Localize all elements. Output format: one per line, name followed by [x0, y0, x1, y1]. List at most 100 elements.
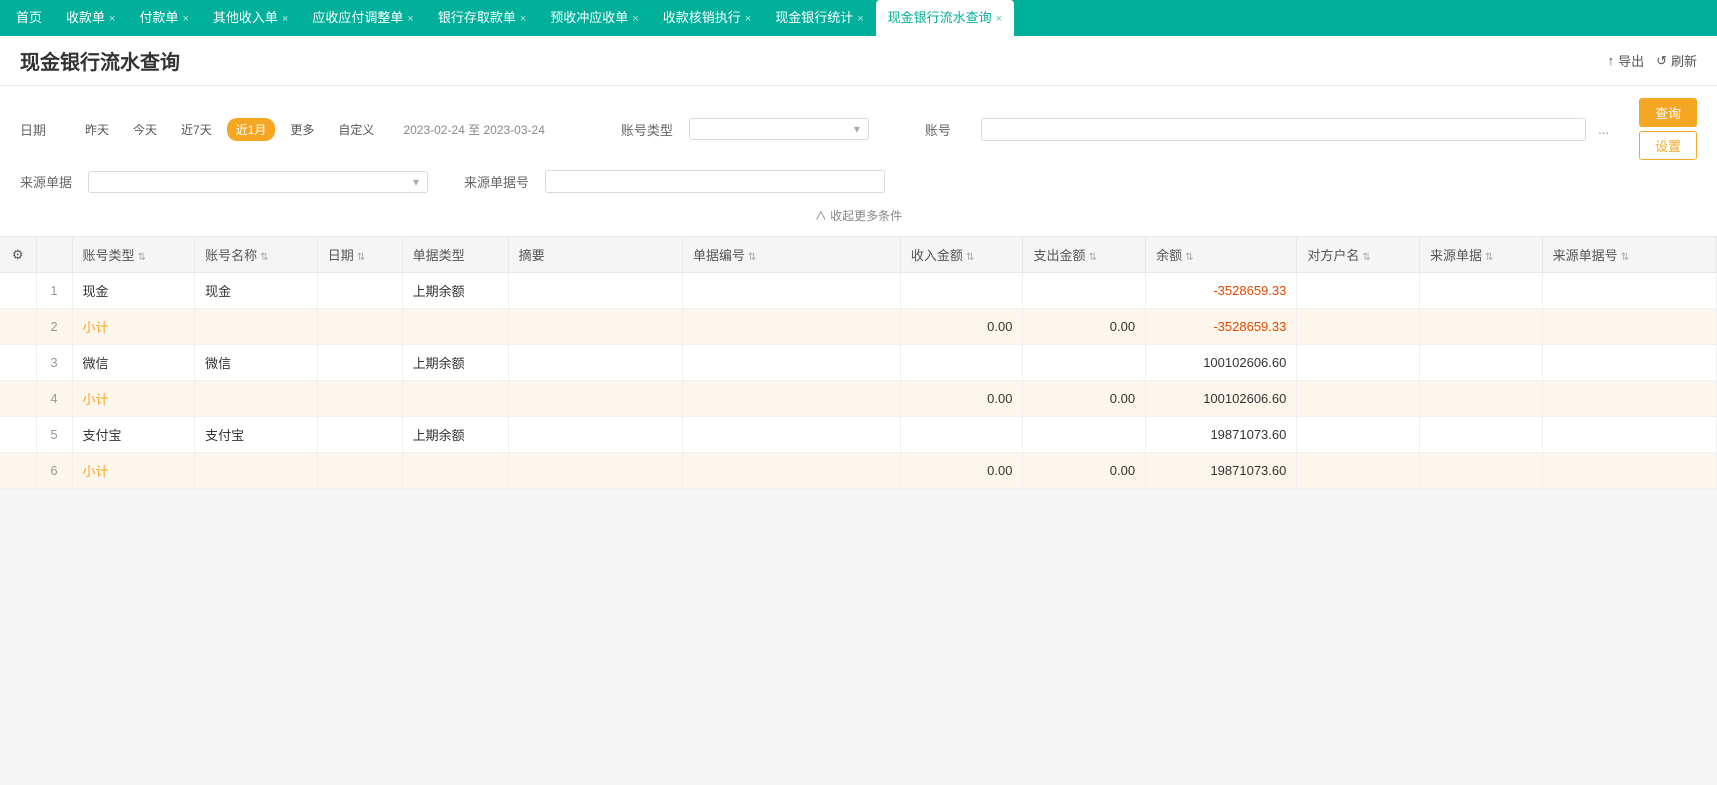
td-counterpart [1297, 417, 1420, 453]
th-balance[interactable]: 余额⇅ [1146, 237, 1297, 273]
table-header: ⚙账号类型⇅账号名称⇅日期⇅单据类型摘要单据编号⇅收入金额⇅支出金额⇅余额⇅对方… [0, 237, 1717, 273]
td-source-doc-no [1542, 453, 1716, 489]
td-doc-no [682, 345, 900, 381]
td-income [900, 273, 1023, 309]
nav-close-advance-offset[interactable]: × [632, 13, 638, 25]
filter-row-2: 来源单据 来源单据号 [20, 170, 1697, 193]
date-btn-近1月[interactable]: 近1月 [227, 118, 276, 141]
date-label: 日期 [20, 120, 60, 139]
td-date [317, 309, 402, 345]
td-counterpart [1297, 309, 1420, 345]
collapse-btn[interactable]: 收起更多条件 [20, 203, 1697, 224]
refresh-icon [1656, 53, 1667, 69]
date-btn-近7天[interactable]: 近7天 [172, 118, 221, 141]
sort-icon-source_doc: ⇅ [1485, 252, 1493, 263]
nav-item-payment[interactable]: 付款单× [127, 0, 200, 36]
td-doc-no [682, 309, 900, 345]
td-account-type: 支付宝 [72, 417, 195, 453]
td-source-doc-no [1542, 381, 1716, 417]
date-btn-今天[interactable]: 今天 [124, 118, 166, 141]
td-account-name [195, 309, 318, 345]
th-account_name[interactable]: 账号名称⇅ [195, 237, 318, 273]
td-date [317, 453, 402, 489]
data-table: ⚙账号类型⇅账号名称⇅日期⇅单据类型摘要单据编号⇅收入金额⇅支出金额⇅余额⇅对方… [0, 237, 1717, 489]
td-expense [1023, 417, 1146, 453]
nav-item-bank-stats[interactable]: 现金银行统计× [763, 0, 875, 36]
th-account_type[interactable]: 账号类型⇅ [72, 237, 195, 273]
table-row: 1现金现金上期余额-3528659.33 [0, 273, 1717, 309]
td-income [900, 345, 1023, 381]
td-counterpart [1297, 273, 1420, 309]
export-button[interactable]: 导出 [1608, 51, 1645, 70]
source-doc-select[interactable] [88, 171, 428, 193]
td-doc-type: 上期余额 [402, 273, 508, 309]
chevron-down-icon-2 [413, 175, 419, 189]
th-source_doc[interactable]: 来源单据⇅ [1419, 237, 1542, 273]
nav-close-bank-flow[interactable]: × [996, 13, 1002, 25]
nav-close-receipt[interactable]: × [109, 13, 115, 25]
nav-close-bank-deposit[interactable]: × [520, 13, 526, 25]
date-btn-昨天[interactable]: 昨天 [76, 118, 118, 141]
th-expense[interactable]: 支出金额⇅ [1023, 237, 1146, 273]
header-actions: 导出 刷新 [1608, 51, 1697, 70]
collapse-icon [815, 209, 830, 223]
sort-icon-source_doc_no: ⇅ [1621, 252, 1629, 263]
th-index [36, 237, 72, 273]
nav-item-home[interactable]: 首页 [4, 0, 54, 36]
td-index: 4 [36, 381, 72, 417]
table-row: 6小计0.000.0019871073.60 [0, 453, 1717, 489]
td-account-type: 小计 [72, 381, 195, 417]
nav-close-payment[interactable]: × [182, 13, 188, 25]
td-doc-no [682, 453, 900, 489]
nav-item-advance-offset[interactable]: 预收冲应收单× [538, 0, 650, 36]
date-btn-自定义[interactable]: 自定义 [329, 118, 383, 141]
nav-item-other-income[interactable]: 其他收入单× [201, 0, 300, 36]
th-source_doc_no[interactable]: 来源单据号⇅ [1542, 237, 1716, 273]
th-summary: 摘要 [508, 237, 682, 273]
sort-icon-counterpart: ⇅ [1362, 252, 1370, 263]
account-dots[interactable]: ... [1592, 120, 1615, 139]
th-date[interactable]: 日期⇅ [317, 237, 402, 273]
nav-item-bank-flow[interactable]: 现金银行流水查询× [876, 0, 1014, 36]
th-doc_no[interactable]: 单据编号⇅ [682, 237, 900, 273]
table-row: 2小计0.000.00-3528659.33 [0, 309, 1717, 345]
th-income[interactable]: 收入金额⇅ [900, 237, 1023, 273]
nav-close-collection-cancel[interactable]: × [745, 13, 751, 25]
td-doc-no [682, 381, 900, 417]
sort-icon-expense: ⇅ [1088, 252, 1096, 263]
account-type-select[interactable] [689, 118, 869, 140]
td-source-doc [1419, 417, 1542, 453]
top-nav: 首页收款单×付款单×其他收入单×应收应付调整单×银行存取款单×预收冲应收单×收款… [0, 0, 1717, 36]
nav-item-receivable-adjust[interactable]: 应收应付调整单× [300, 0, 425, 36]
table-row: 3微信微信上期余额100102606.60 [0, 345, 1717, 381]
td-doc-type [402, 309, 508, 345]
account-label: 账号 [925, 120, 965, 139]
source-doc-no-label: 来源单据号 [464, 172, 529, 191]
td-expense: 0.00 [1023, 309, 1146, 345]
refresh-label: 刷新 [1671, 51, 1697, 70]
td-row-settings [0, 273, 36, 309]
date-btn-更多[interactable]: 更多 [281, 118, 323, 141]
th-counterpart[interactable]: 对方户名⇅ [1297, 237, 1420, 273]
td-account-type: 小计 [72, 309, 195, 345]
nav-item-receipt[interactable]: 收款单× [54, 0, 127, 36]
settings-button[interactable]: 设置 [1639, 131, 1697, 160]
table-container: ⚙账号类型⇅账号名称⇅日期⇅单据类型摘要单据编号⇅收入金额⇅支出金额⇅余额⇅对方… [0, 237, 1717, 489]
sort-icon-doc_no: ⇅ [748, 252, 756, 263]
nav-close-other-income[interactable]: × [282, 13, 288, 25]
query-button[interactable]: 查询 [1639, 98, 1697, 127]
nav-close-bank-stats[interactable]: × [857, 13, 863, 25]
td-account-type: 现金 [72, 273, 195, 309]
source-doc-no-input[interactable] [545, 170, 885, 193]
td-balance: 19871073.60 [1146, 453, 1297, 489]
filter-row-1: 日期 昨天今天近7天近1月更多自定义 2023-02-24 至 2023-03-… [20, 98, 1697, 160]
nav-close-receivable-adjust[interactable]: × [407, 13, 413, 25]
td-counterpart [1297, 345, 1420, 381]
td-source-doc [1419, 453, 1542, 489]
nav-item-bank-deposit[interactable]: 银行存取款单× [426, 0, 538, 36]
td-expense: 0.00 [1023, 381, 1146, 417]
refresh-button[interactable]: 刷新 [1656, 51, 1697, 70]
gear-icon[interactable]: ⚙ [12, 247, 24, 262]
account-input[interactable] [981, 118, 1586, 141]
nav-item-collection-cancel[interactable]: 收款核销执行× [651, 0, 763, 36]
